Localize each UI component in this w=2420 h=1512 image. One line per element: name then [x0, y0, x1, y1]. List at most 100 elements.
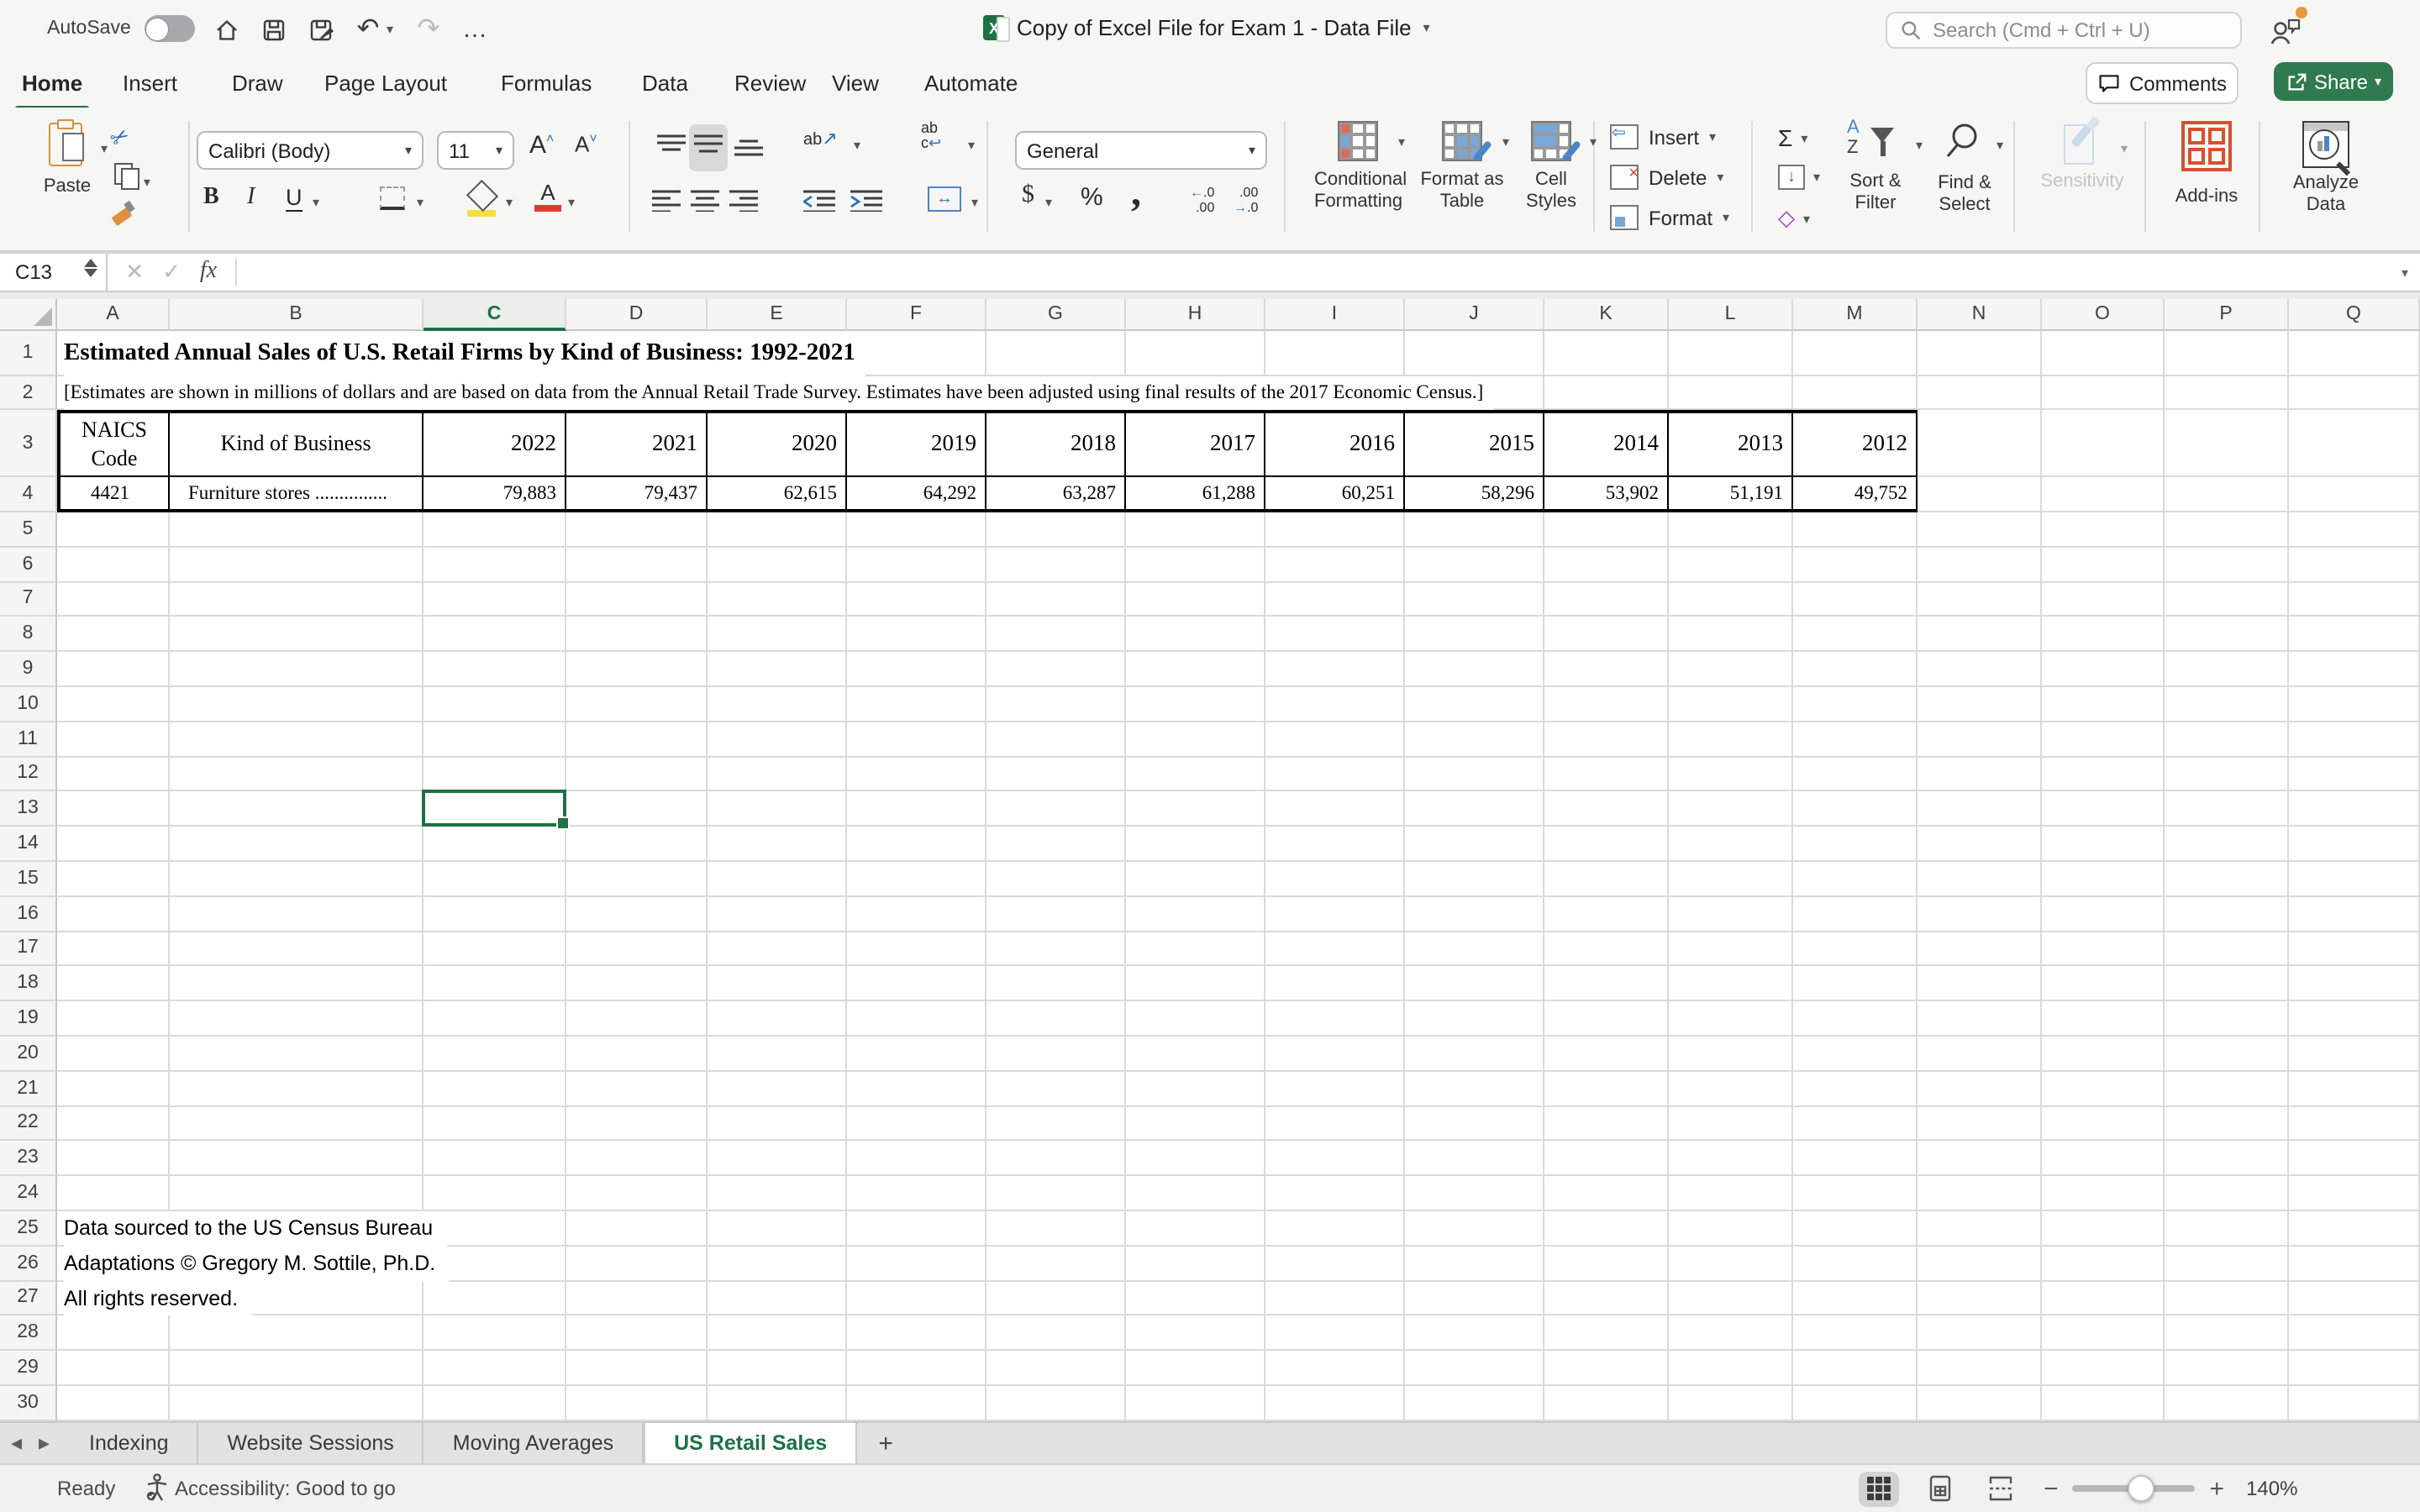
- cell-G23[interactable]: [986, 1142, 1126, 1177]
- cell-P20[interactable]: [2165, 1037, 2289, 1072]
- table-header-year-2015[interactable]: 2015: [1405, 410, 1544, 477]
- cell-M26[interactable]: [1793, 1247, 1918, 1282]
- row-header-22[interactable]: 22: [0, 1106, 57, 1142]
- cell-G28[interactable]: [986, 1316, 1126, 1352]
- cell-M30[interactable]: [1793, 1386, 1918, 1421]
- zoom-level[interactable]: 140%: [2246, 1477, 2297, 1500]
- cell-C30[interactable]: [424, 1386, 566, 1421]
- cell-C18[interactable]: [424, 967, 566, 1002]
- table-header-year-2016[interactable]: 2016: [1265, 410, 1405, 477]
- row-header-23[interactable]: 23: [0, 1142, 57, 1177]
- cell-N30[interactable]: [1918, 1386, 2042, 1421]
- cell-O25[interactable]: [2042, 1211, 2165, 1247]
- cell-H22[interactable]: [1126, 1106, 1265, 1142]
- cell-A15[interactable]: [57, 862, 170, 897]
- cell-L15[interactable]: [1669, 862, 1793, 897]
- cell-A7[interactable]: [57, 582, 170, 617]
- cell-A5[interactable]: [57, 512, 170, 548]
- document-title-group[interactable]: X Copy of Excel File for Exam 1 - Data F…: [983, 15, 1430, 40]
- cell-O12[interactable]: [2042, 757, 2165, 792]
- table-header-naics[interactable]: NAICS Code: [57, 410, 170, 477]
- cell-P7[interactable]: [2165, 582, 2289, 617]
- cell-Q15[interactable]: [2289, 862, 2420, 897]
- cell-F5[interactable]: [847, 512, 986, 548]
- cell-A12[interactable]: [57, 757, 170, 792]
- cell-K12[interactable]: [1544, 757, 1669, 792]
- cell-P22[interactable]: [2165, 1106, 2289, 1142]
- cell-O1[interactable]: [2042, 331, 2165, 376]
- row-header-1[interactable]: 1: [0, 331, 57, 376]
- cell-N3[interactable]: [1918, 410, 2042, 477]
- cell-I28[interactable]: [1265, 1316, 1405, 1352]
- column-header-I[interactable]: I: [1265, 299, 1405, 331]
- cell-C9[interactable]: [424, 652, 566, 687]
- cell-Q7[interactable]: [2289, 582, 2420, 617]
- cell-K22[interactable]: [1544, 1106, 1669, 1142]
- cell-M11[interactable]: [1793, 722, 1918, 758]
- cell-G17[interactable]: [986, 932, 1126, 967]
- cell-C6[interactable]: [424, 548, 566, 583]
- cell-C19[interactable]: [424, 1001, 566, 1037]
- cell-C8[interactable]: [424, 617, 566, 653]
- cell-Q10[interactable]: [2289, 687, 2420, 722]
- delete-cells-button[interactable]: × Delete ▾: [1610, 165, 1723, 190]
- cell-D26[interactable]: [566, 1247, 708, 1282]
- row-header-20[interactable]: 20: [0, 1037, 57, 1072]
- cell-H24[interactable]: [1126, 1176, 1265, 1211]
- table-cell-value-8[interactable]: 60,251: [1265, 477, 1405, 512]
- cell-J10[interactable]: [1405, 687, 1544, 722]
- confirm-entry-icon[interactable]: ✓: [155, 254, 188, 291]
- cell-M15[interactable]: [1793, 862, 1918, 897]
- cell-H26[interactable]: [1126, 1247, 1265, 1282]
- align-center-button[interactable]: [691, 190, 719, 220]
- cell-F8[interactable]: [847, 617, 986, 653]
- cell-N8[interactable]: [1918, 617, 2042, 653]
- cell-Q13[interactable]: [2289, 792, 2420, 827]
- cell-C22[interactable]: [424, 1106, 566, 1142]
- cell-J8[interactable]: [1405, 617, 1544, 653]
- cell-K21[interactable]: [1544, 1072, 1669, 1107]
- borders-chevron-icon[interactable]: ▾: [417, 195, 424, 210]
- cell-F23[interactable]: [847, 1142, 986, 1177]
- cell-H30[interactable]: [1126, 1386, 1265, 1421]
- cell-P28[interactable]: [2165, 1316, 2289, 1352]
- table-cell-value-7[interactable]: 61,288: [1126, 477, 1265, 512]
- table-header-year-2017[interactable]: 2017: [1126, 410, 1265, 477]
- cell-N13[interactable]: [1918, 792, 2042, 827]
- cell-J20[interactable]: [1405, 1037, 1544, 1072]
- cell-E9[interactable]: [708, 652, 847, 687]
- fill-color-chevron-icon[interactable]: ▾: [506, 195, 513, 210]
- cell-O17[interactable]: [2042, 932, 2165, 967]
- cell-G1[interactable]: [986, 331, 1126, 376]
- cell-K11[interactable]: [1544, 722, 1669, 758]
- cell-P6[interactable]: [2165, 548, 2289, 583]
- cell-A10[interactable]: [57, 687, 170, 722]
- cell-C28[interactable]: [424, 1316, 566, 1352]
- cell-O28[interactable]: [2042, 1316, 2165, 1352]
- cell-A22[interactable]: [57, 1106, 170, 1142]
- cell-N26[interactable]: [1918, 1247, 2042, 1282]
- cell-F30[interactable]: [847, 1386, 986, 1421]
- cell-L12[interactable]: [1669, 757, 1793, 792]
- cell-C16[interactable]: [424, 897, 566, 932]
- column-header-C[interactable]: C: [424, 299, 566, 331]
- cell-I24[interactable]: [1265, 1176, 1405, 1211]
- cell-E22[interactable]: [708, 1106, 847, 1142]
- cell-J29[interactable]: [1405, 1351, 1544, 1386]
- cell-H17[interactable]: [1126, 932, 1265, 967]
- add-sheet-button[interactable]: +: [857, 1423, 914, 1463]
- cell-B18[interactable]: [170, 967, 424, 1002]
- analyze-data-button[interactable]: Analyze Data: [2279, 121, 2373, 217]
- cell-H5[interactable]: [1126, 512, 1265, 548]
- cell-P21[interactable]: [2165, 1072, 2289, 1107]
- cell-G8[interactable]: [986, 617, 1126, 653]
- cell-I13[interactable]: [1265, 792, 1405, 827]
- cut-button[interactable]: ✂: [111, 123, 129, 153]
- cell-P24[interactable]: [2165, 1176, 2289, 1211]
- cell-O9[interactable]: [2042, 652, 2165, 687]
- cell-I11[interactable]: [1265, 722, 1405, 758]
- cell-M20[interactable]: [1793, 1037, 1918, 1072]
- row-header-6[interactable]: 6: [0, 548, 57, 583]
- cell-G15[interactable]: [986, 862, 1126, 897]
- cell-K27[interactable]: [1544, 1281, 1669, 1316]
